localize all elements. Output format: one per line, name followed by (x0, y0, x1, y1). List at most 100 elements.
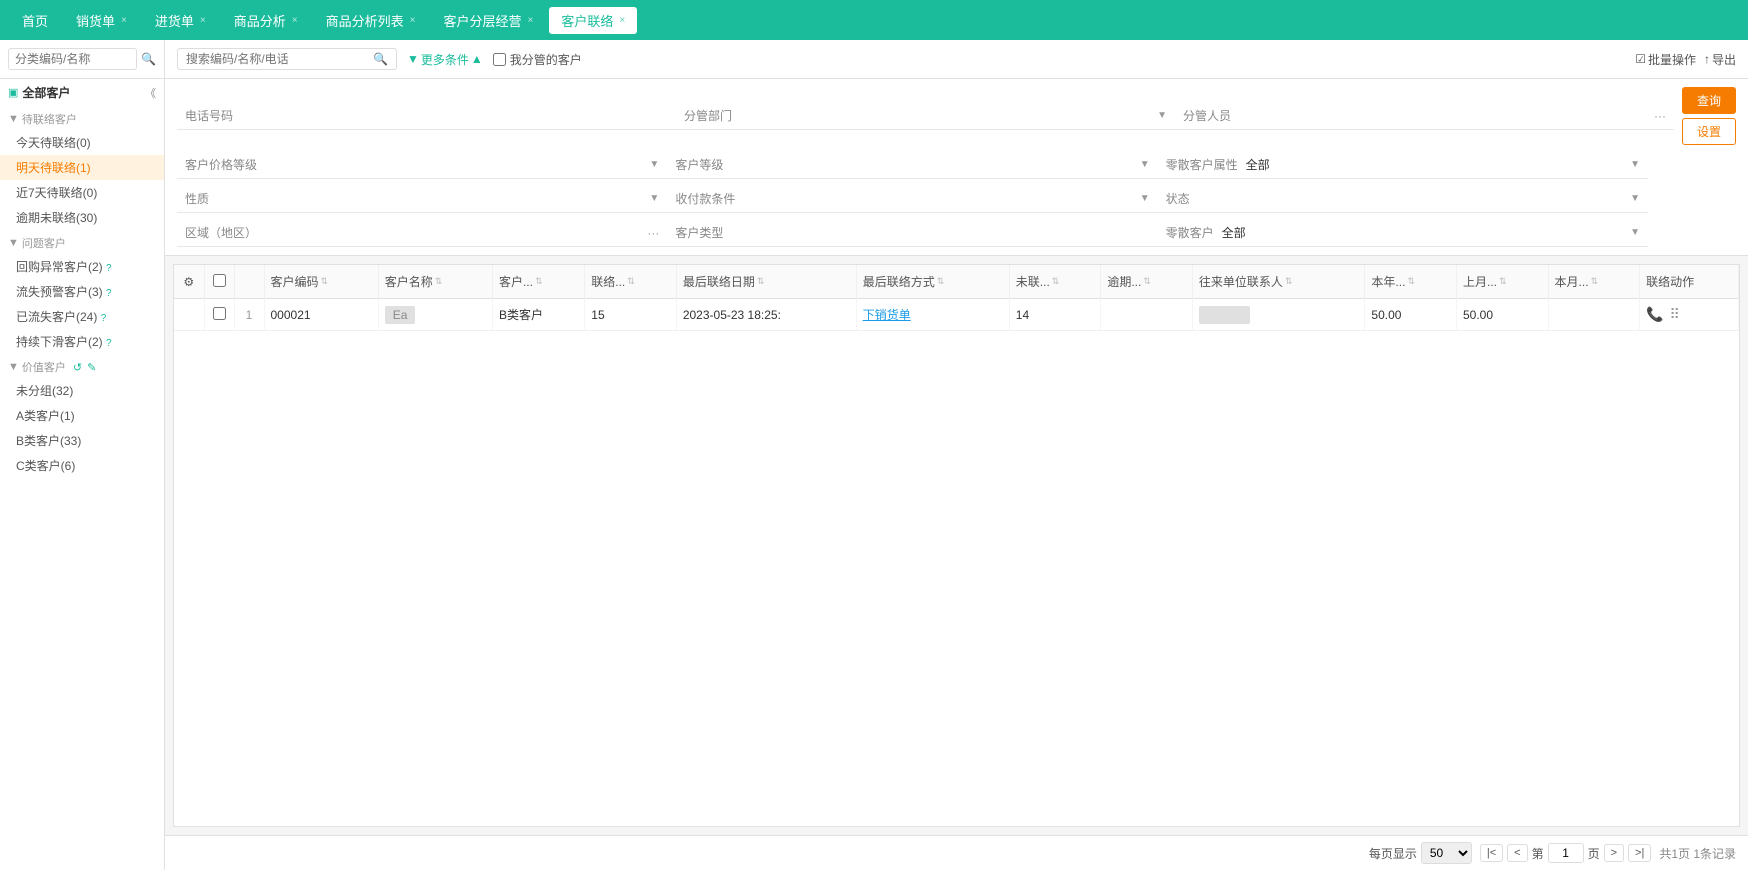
query-button[interactable]: 查询 (1682, 87, 1736, 114)
filter-nature-input[interactable] (217, 192, 649, 206)
value-refresh-icon[interactable]: ↺ (73, 361, 82, 374)
sidebar-item-ungroup[interactable]: 未分组(32) (0, 378, 164, 403)
filter-price-level-input[interactable] (265, 158, 649, 172)
nav-item-进货单[interactable]: 进货单× (143, 7, 218, 34)
sidebar-collapse-icon[interactable]: 《 (145, 85, 156, 101)
value-edit-icon[interactable]: ✎ (87, 361, 96, 374)
col-last-date[interactable]: 最后联络日期 ⇅ (676, 265, 856, 299)
customer-table: ⚙ 客户编码 ⇅ 客户名称 (174, 265, 1739, 331)
filter-row-3: 性质 ▼ 收付款条件 ▼ 状态 ▼ (177, 185, 1736, 213)
filter-status-input[interactable] (1198, 192, 1630, 206)
filter-status-arrow[interactable]: ▼ (1630, 193, 1640, 204)
first-page-button[interactable]: |< (1480, 844, 1503, 862)
col-contacts[interactable]: 联络... ⇅ (585, 265, 677, 299)
nav-close-icon[interactable]: × (200, 15, 206, 26)
nav-item-客户分层经营[interactable]: 客户分层经营× (431, 7, 545, 34)
filter-person-input[interactable] (1239, 109, 1654, 123)
sidebar: 🔍 ▣ 全部客户 《 ▼ 待联络客户 今天待联络(0) 明天待联络(1) 近7天… (0, 40, 165, 870)
next-page-button[interactable]: > (1604, 844, 1624, 862)
filter-region-dots[interactable]: ··· (647, 226, 659, 240)
filter-customer-level-arrow[interactable]: ▼ (1140, 159, 1150, 170)
batch-op-button[interactable]: ☑ 批量操作 (1635, 51, 1696, 68)
sidebar-item-today-pending[interactable]: 今天待联络(0) (0, 130, 164, 155)
action-grid-icon[interactable]: ⠿ (1670, 306, 1680, 323)
col-this-year[interactable]: 本年... ⇅ (1365, 265, 1457, 299)
sidebar-item-tomorrow-pending[interactable]: 明天待联络(1) (0, 155, 164, 180)
sidebar-item-a-class[interactable]: A类客户(1) (0, 403, 164, 428)
my-customers-check[interactable] (493, 53, 506, 66)
nav-item-首页[interactable]: 首页 (10, 7, 60, 34)
prev-page-button[interactable]: < (1507, 844, 1527, 862)
col-num (234, 265, 264, 299)
filter-dept-arrow[interactable]: ▼ (1157, 110, 1167, 121)
export-button[interactable]: ↑ 导出 (1704, 51, 1736, 68)
table-header-row: ⚙ 客户编码 ⇅ 客户名称 (174, 265, 1739, 299)
my-customers-checkbox[interactable]: 我分管的客户 (493, 51, 582, 68)
filter-price-level: 客户价格等级 ▼ (177, 151, 667, 179)
settings-button[interactable]: 设置 (1682, 118, 1736, 145)
col-last-month[interactable]: 上月... ⇅ (1456, 265, 1548, 299)
col-customer-type[interactable]: 客户... ⇅ (492, 265, 584, 299)
sidebar-item-declining[interactable]: 持续下滑客户(2) ? (0, 329, 164, 354)
nav-item-商品分析[interactable]: 商品分析× (222, 7, 310, 34)
page-number-input[interactable] (1548, 843, 1584, 863)
filter-price-arrow[interactable]: ▼ (649, 159, 659, 170)
action-phone-icon[interactable]: 📞 (1646, 306, 1663, 323)
sidebar-search-input[interactable] (8, 48, 137, 70)
filter-person-dots[interactable]: ··· (1654, 109, 1666, 123)
filter-scatter-attr-arrow[interactable]: ▼ (1630, 159, 1640, 170)
per-page-select[interactable]: 50 20 100 (1421, 842, 1472, 864)
nav-close-icon[interactable]: × (619, 15, 625, 26)
sidebar-item-b-class[interactable]: B类客户(33) (0, 428, 164, 453)
col-customer-name[interactable]: 客户名称 ⇅ (378, 265, 492, 299)
nav-item-客户联络[interactable]: 客户联络× (549, 7, 637, 34)
filter-scatter-attr-value: 全部 (1246, 156, 1630, 173)
sidebar-search-area: 🔍 (0, 40, 164, 79)
search-bar-right: ☑ 批量操作 ↑ 导出 (1635, 51, 1736, 68)
filter-dept-input[interactable] (740, 109, 1157, 123)
nav-close-icon[interactable]: × (121, 15, 127, 26)
pagination-bar: 每页显示 50 20 100 |< < 第 页 > >| 共1页 1条记录 (165, 835, 1748, 870)
main-layout: 🔍 ▣ 全部客户 《 ▼ 待联络客户 今天待联络(0) 明天待联络(1) 近7天… (0, 40, 1748, 870)
triangle-pending: ▼ (8, 113, 19, 125)
col-this-month[interactable]: 本月... ⇅ (1548, 265, 1640, 299)
last-page-button[interactable]: >| (1628, 844, 1651, 862)
filter-customer-type-input[interactable] (731, 226, 1149, 240)
main-search-icon[interactable]: 🔍 (373, 52, 388, 66)
col-customer-code[interactable]: 客户编码 ⇅ (264, 265, 378, 299)
filter-payment-input[interactable] (743, 192, 1139, 206)
filter-payment: 收付款条件 ▼ (667, 185, 1157, 213)
sidebar-search-icon[interactable]: 🔍 (141, 52, 156, 66)
filter-region-input[interactable] (265, 226, 647, 240)
col-overdue[interactable]: 逾期... ⇅ (1101, 265, 1193, 299)
col-unit-contact[interactable]: 往来单位联系人 ⇅ (1192, 265, 1365, 299)
sidebar-group-problem: ▼ 问题客户 (0, 230, 164, 254)
filter-scatter-customer-arrow[interactable]: ▼ (1630, 227, 1640, 238)
filter-nature-arrow[interactable]: ▼ (649, 193, 659, 204)
col-last-method[interactable]: 最后联络方式 ⇅ (856, 265, 1009, 299)
col-gear[interactable]: ⚙ (174, 265, 204, 299)
sidebar-item-overdue-pending[interactable]: 逾期未联络(30) (0, 205, 164, 230)
more-conditions-button[interactable]: ▼ 更多条件 ▲ (407, 51, 483, 68)
sidebar-item-churned[interactable]: 已流失客户(24) ? (0, 304, 164, 329)
sidebar-item-churn-warning[interactable]: 流失预警客户(3) ? (0, 279, 164, 304)
filter-customer-level-input[interactable] (731, 158, 1139, 172)
sidebar-item-7days-pending[interactable]: 近7天待联络(0) (0, 180, 164, 205)
sidebar-all-customers[interactable]: ▣ 全部客户 《 (0, 79, 164, 106)
nav-item-销货单[interactable]: 销货单× (64, 7, 139, 34)
filter-phone-input[interactable] (241, 109, 668, 123)
total-info: 共1页 1条记录 (1659, 845, 1736, 862)
filter-payment-arrow[interactable]: ▼ (1140, 193, 1150, 204)
sidebar-item-c-class[interactable]: C类客户(6) (0, 453, 164, 478)
sidebar-item-repurchase-abnormal[interactable]: 回购异常客户(2) ? (0, 254, 164, 279)
export-icon: ↑ (1704, 52, 1710, 66)
main-search-input[interactable] (186, 52, 369, 66)
nav-close-icon[interactable]: × (410, 15, 416, 26)
col-not-contacted[interactable]: 未联... ⇅ (1009, 265, 1101, 299)
filter-row-2: 客户价格等级 ▼ 客户等级 ▼ 零散客户属性 全部 ▼ (177, 151, 1736, 179)
select-all-checkbox[interactable] (213, 274, 226, 287)
nav-close-icon[interactable]: × (527, 15, 533, 26)
row-checkbox[interactable] (213, 307, 226, 320)
nav-item-商品分析列表[interactable]: 商品分析列表× (314, 7, 428, 34)
nav-close-icon[interactable]: × (292, 15, 298, 26)
